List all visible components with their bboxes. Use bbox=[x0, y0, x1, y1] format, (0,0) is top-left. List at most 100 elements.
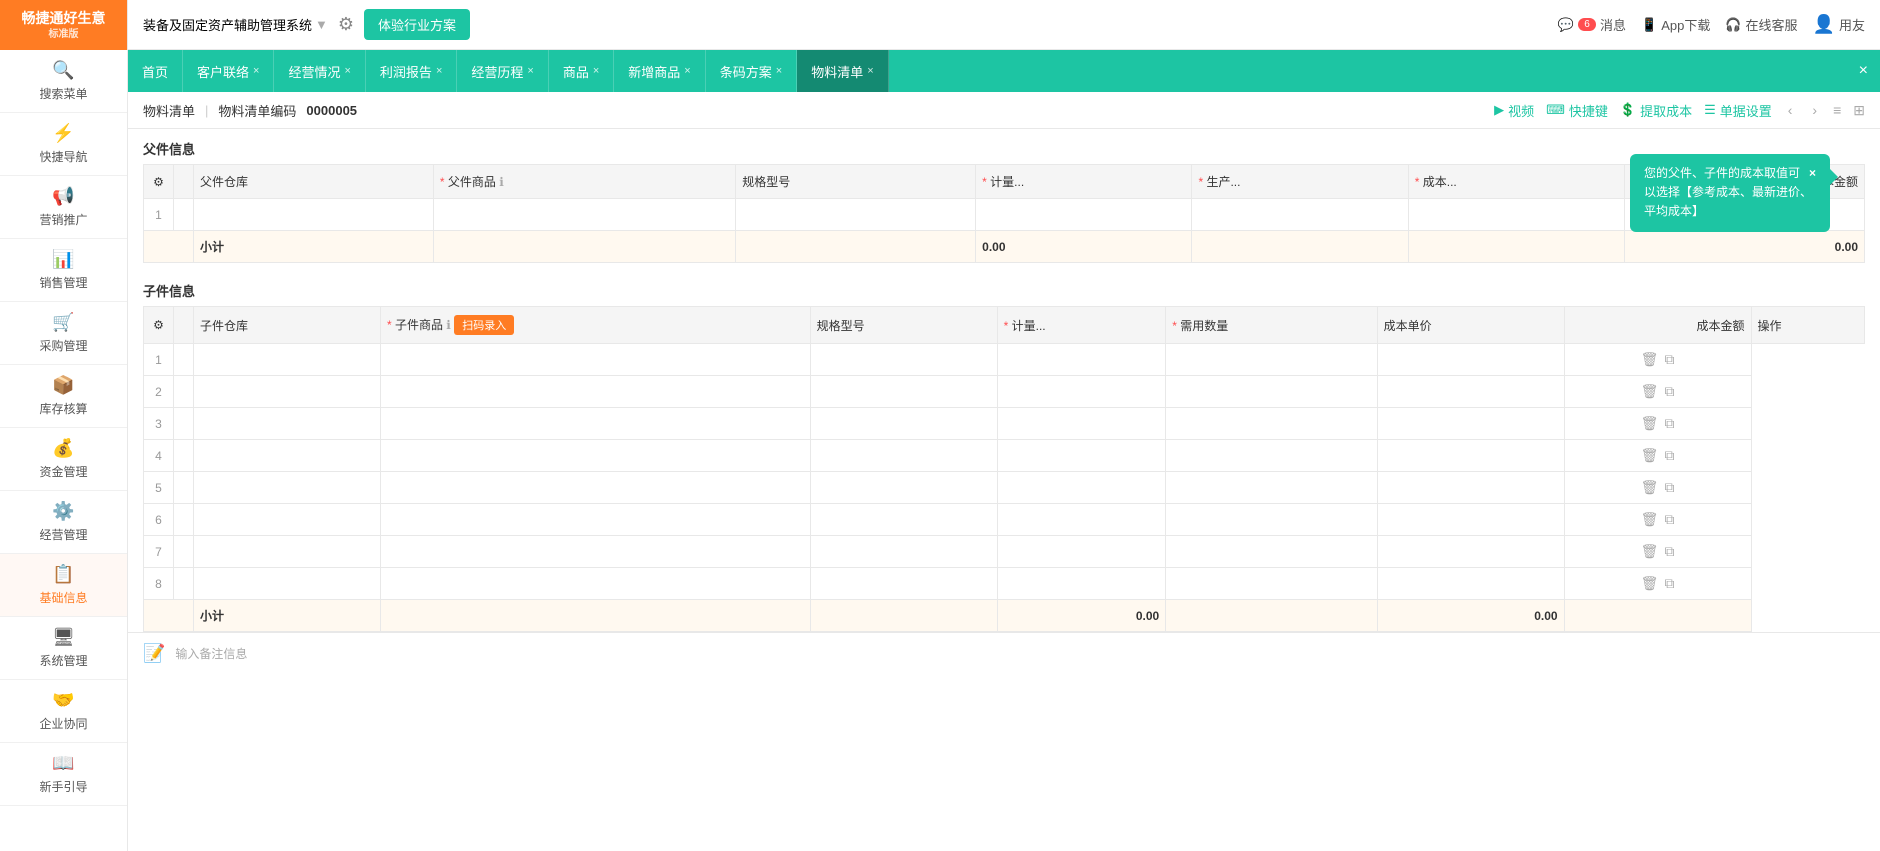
delete-icon[interactable]: 🗑 bbox=[1641, 383, 1659, 400]
child-row-4-goods[interactable] bbox=[194, 440, 381, 472]
sidebar-item-ops[interactable]: ⚙️ 经营管理 bbox=[0, 491, 127, 554]
prev-arrow-icon[interactable]: ‹ bbox=[1784, 100, 1797, 120]
doc-settings-action[interactable]: ☰ 单据设置 bbox=[1704, 101, 1772, 120]
child-row-7-cost-amount[interactable] bbox=[1377, 536, 1564, 568]
cost-action[interactable]: 💲 提取成本 bbox=[1620, 101, 1692, 120]
child-row-7-spec[interactable] bbox=[380, 536, 810, 568]
child-row-8-quantity[interactable] bbox=[810, 568, 997, 600]
copy-icon[interactable]: ⧉ bbox=[1664, 511, 1674, 528]
close-tab-goods-icon[interactable]: × bbox=[593, 65, 599, 77]
child-row-3-unit-cost[interactable] bbox=[1166, 408, 1377, 440]
child-row-3-spec[interactable] bbox=[380, 408, 810, 440]
child-row-4-unit-cost[interactable] bbox=[1166, 440, 1377, 472]
child-row-4-spec[interactable] bbox=[380, 440, 810, 472]
child-row-8-goods[interactable] bbox=[194, 568, 381, 600]
user-item[interactable]: 👤 用友 bbox=[1813, 14, 1865, 35]
app-download-item[interactable]: 📱 App下载 bbox=[1641, 15, 1710, 34]
child-row-6-needed[interactable] bbox=[997, 504, 1166, 536]
tab-profit[interactable]: 利润报告 × bbox=[366, 50, 457, 92]
child-row-2-needed[interactable] bbox=[997, 376, 1166, 408]
sidebar-item-system[interactable]: 🖥 系统管理 bbox=[0, 617, 127, 680]
child-row-1-quantity[interactable] bbox=[810, 344, 997, 376]
child-row-5-quantity[interactable] bbox=[810, 472, 997, 504]
settings-icon[interactable]: ⚙ bbox=[338, 14, 354, 35]
child-row-3-warehouse[interactable] bbox=[174, 408, 194, 440]
sidebar-item-finance[interactable]: 💰 资金管理 bbox=[0, 428, 127, 491]
parent-row-1-cost[interactable] bbox=[1408, 199, 1624, 231]
child-row-7-quantity[interactable] bbox=[810, 536, 997, 568]
child-row-5-spec[interactable] bbox=[380, 472, 810, 504]
child-row-5-goods[interactable] bbox=[194, 472, 381, 504]
child-row-4-quantity[interactable] bbox=[810, 440, 997, 472]
child-row-5-warehouse[interactable] bbox=[174, 472, 194, 504]
child-row-2-goods[interactable] bbox=[194, 376, 381, 408]
delete-icon[interactable]: 🗑 bbox=[1641, 447, 1659, 464]
child-row-2-unit-cost[interactable] bbox=[1166, 376, 1377, 408]
child-row-2-quantity[interactable] bbox=[810, 376, 997, 408]
delete-icon[interactable]: 🗑 bbox=[1641, 415, 1659, 432]
delete-icon[interactable]: 🗑 bbox=[1641, 543, 1659, 560]
tooltip-close-button[interactable]: × bbox=[1809, 164, 1816, 183]
copy-icon[interactable]: ⧉ bbox=[1664, 479, 1674, 496]
child-row-1-unit-cost[interactable] bbox=[1166, 344, 1377, 376]
next-arrow-icon[interactable]: › bbox=[1808, 100, 1821, 120]
tab-barcode[interactable]: 条码方案 × bbox=[706, 50, 797, 92]
child-row-1-spec[interactable] bbox=[380, 344, 810, 376]
sidebar-item-sales[interactable]: 📊 销售管理 bbox=[0, 239, 127, 302]
parent-row-1-warehouse[interactable] bbox=[194, 199, 434, 231]
sidebar-item-marketing[interactable]: 📢 营销推广 bbox=[0, 176, 127, 239]
shortcut-action[interactable]: ⌨ 快捷键 bbox=[1546, 101, 1608, 120]
child-row-1-needed[interactable] bbox=[997, 344, 1166, 376]
online-service-item[interactable]: 🎧 在线客服 bbox=[1725, 15, 1797, 34]
child-row-7-needed[interactable] bbox=[997, 536, 1166, 568]
child-row-8-cost-amount[interactable] bbox=[1377, 568, 1564, 600]
child-row-7-warehouse[interactable] bbox=[174, 536, 194, 568]
child-row-3-cost-amount[interactable] bbox=[1377, 408, 1564, 440]
sidebar-item-inventory[interactable]: 📦 库存核算 bbox=[0, 365, 127, 428]
child-row-7-unit-cost[interactable] bbox=[1166, 536, 1377, 568]
delete-icon[interactable]: 🗑 bbox=[1641, 511, 1659, 528]
child-row-3-needed[interactable] bbox=[997, 408, 1166, 440]
tab-history[interactable]: 经营历程 × bbox=[457, 50, 548, 92]
child-row-4-cost-amount[interactable] bbox=[1377, 440, 1564, 472]
delete-icon[interactable]: 🗑 bbox=[1641, 575, 1659, 592]
close-tab-profit-icon[interactable]: × bbox=[436, 65, 442, 77]
child-row-6-warehouse[interactable] bbox=[174, 504, 194, 536]
list-view-icon[interactable]: ⊞ bbox=[1853, 102, 1865, 119]
child-row-4-warehouse[interactable] bbox=[174, 440, 194, 472]
copy-icon[interactable]: ⧉ bbox=[1664, 415, 1674, 432]
child-row-7-goods[interactable] bbox=[194, 536, 381, 568]
tab-new-goods[interactable]: 新增商品 × bbox=[614, 50, 705, 92]
child-row-5-unit-cost[interactable] bbox=[1166, 472, 1377, 504]
copy-icon[interactable]: ⧉ bbox=[1664, 351, 1674, 368]
system-title[interactable]: 装备及固定资产辅助管理系统 ▼ bbox=[143, 15, 328, 34]
tab-home[interactable]: 首页 bbox=[128, 50, 183, 92]
grid-view-icon[interactable]: ≡ bbox=[1833, 102, 1841, 118]
child-row-1-warehouse[interactable] bbox=[174, 344, 194, 376]
delete-icon[interactable]: 🗑 bbox=[1641, 479, 1659, 496]
close-tab-customer-icon[interactable]: × bbox=[253, 65, 259, 77]
sidebar-item-purchase[interactable]: 🛒 采购管理 bbox=[0, 302, 127, 365]
child-row-8-warehouse[interactable] bbox=[174, 568, 194, 600]
sidebar-item-collab[interactable]: 🤝 企业协同 bbox=[0, 680, 127, 743]
tab-goods[interactable]: 商品 × bbox=[549, 50, 614, 92]
sidebar-item-basic[interactable]: 📋 基础信息 bbox=[0, 554, 127, 617]
child-row-6-cost-amount[interactable] bbox=[1377, 504, 1564, 536]
experience-btn[interactable]: 体验行业方案 bbox=[364, 9, 470, 40]
child-row-6-unit-cost[interactable] bbox=[1166, 504, 1377, 536]
child-row-2-spec[interactable] bbox=[380, 376, 810, 408]
tab-customer[interactable]: 客户联络 × bbox=[183, 50, 274, 92]
parent-row-1-spec[interactable] bbox=[736, 199, 976, 231]
copy-icon[interactable]: ⧉ bbox=[1664, 383, 1674, 400]
close-tab-barcode-icon[interactable]: × bbox=[776, 65, 782, 77]
tab-bom[interactable]: 物料清单 × bbox=[797, 50, 888, 92]
close-tab-bom-icon[interactable]: × bbox=[867, 65, 873, 77]
message-item[interactable]: 💬 6 消息 bbox=[1558, 15, 1626, 34]
close-tab-history-icon[interactable]: × bbox=[527, 65, 533, 77]
child-row-6-quantity[interactable] bbox=[810, 504, 997, 536]
child-row-8-spec[interactable] bbox=[380, 568, 810, 600]
child-row-8-unit-cost[interactable] bbox=[1166, 568, 1377, 600]
sidebar-item-search[interactable]: 🔍 搜索菜单 bbox=[0, 50, 127, 113]
child-row-6-goods[interactable] bbox=[194, 504, 381, 536]
close-tab-new-goods-icon[interactable]: × bbox=[684, 65, 690, 77]
